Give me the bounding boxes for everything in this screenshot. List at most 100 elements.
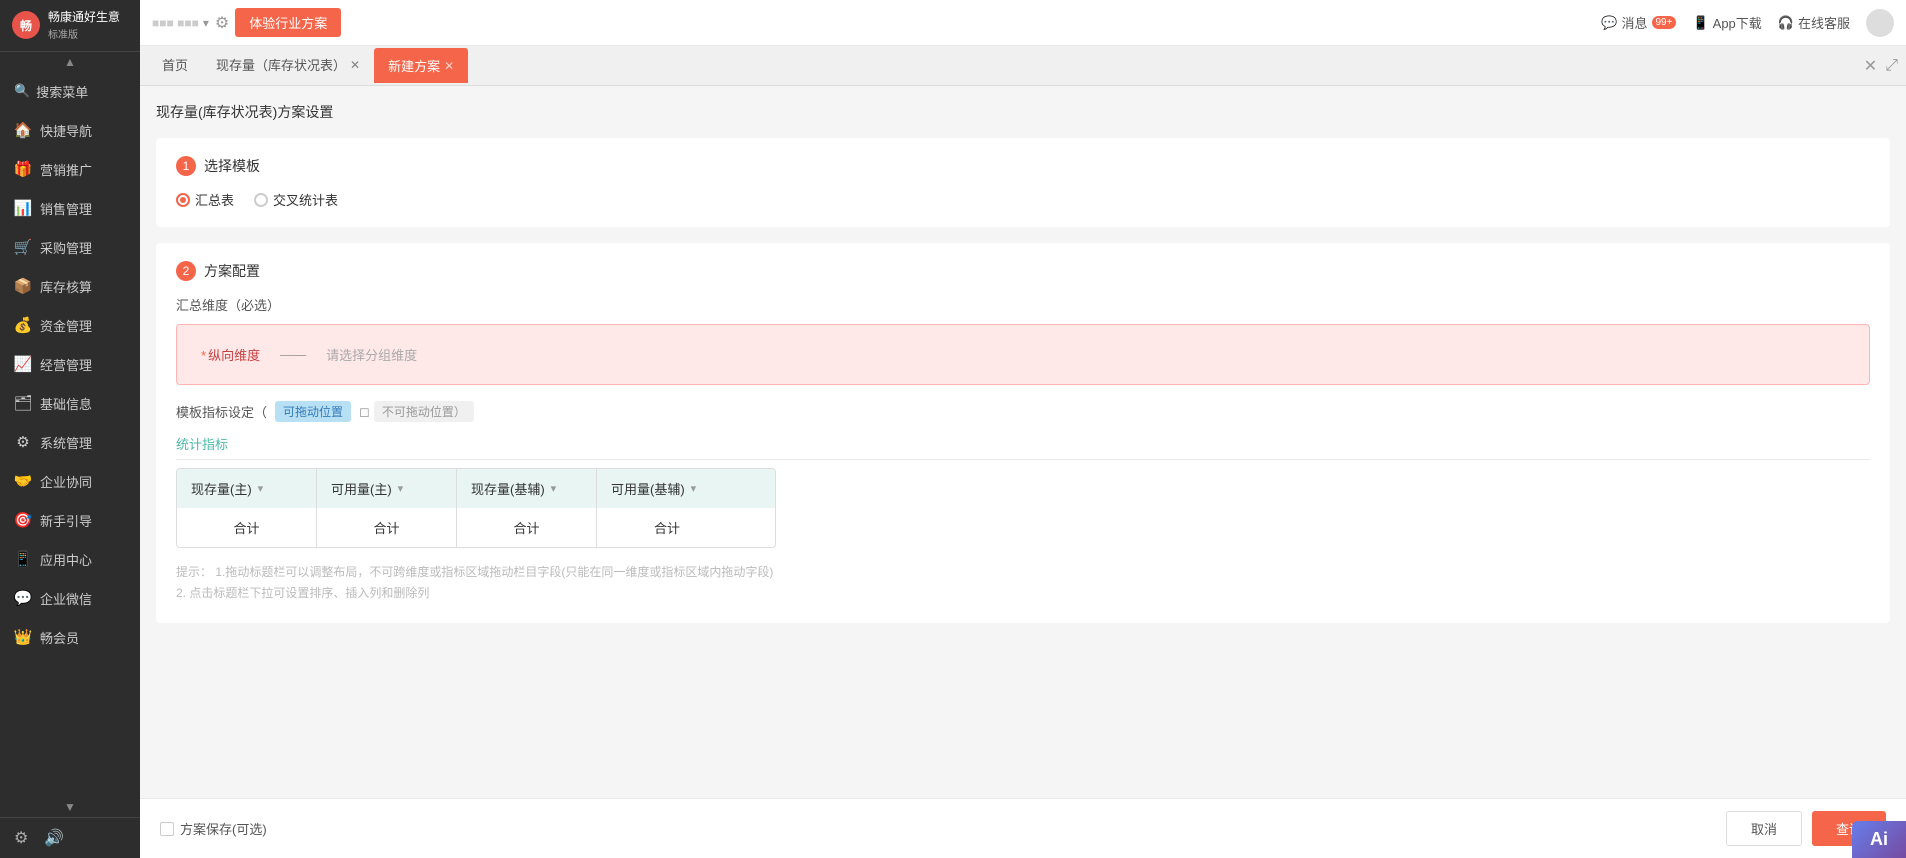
tab-new-plan[interactable]: 新建方案 ✕: [374, 48, 468, 83]
non-draggable-badge: ◻ 不可拖动位置）: [359, 401, 474, 422]
sidebar-item-wechat[interactable]: 💬企业微信: [0, 579, 140, 618]
sidebar-label-newbie: 新手引导: [40, 511, 92, 530]
sidebar-item-quick-nav[interactable]: 🏠 快捷导航: [0, 111, 140, 150]
sidebar-label-operations: 经营管理: [40, 355, 92, 374]
try-industry-btn[interactable]: 体验行业方案: [235, 8, 341, 37]
sidebar-item-purchase[interactable]: 🛒采购管理: [0, 228, 140, 267]
online-service-btn[interactable]: 🎧 在线客服: [1778, 13, 1850, 32]
save-label: 方案保存(可选): [180, 819, 267, 838]
sidebar-item-member[interactable]: 👑 畅会员: [0, 618, 140, 657]
message-btn[interactable]: 💬 消息 99+: [1601, 13, 1676, 32]
stats-col-label-2: 现存量(基辅): [471, 479, 545, 498]
stats-col-header-0[interactable]: 现存量(主)▾: [177, 469, 317, 508]
col-chevron-1[interactable]: ▾: [398, 482, 404, 495]
radio-cross-dot: [254, 193, 268, 207]
search-menu[interactable]: 🔍 搜索菜单: [0, 72, 140, 111]
tip-text: 提示： 1.拖动标题栏可以调整布局，不可跨维度或指标区域拖动栏目字段(只能在同一…: [176, 563, 1870, 580]
stats-cell-3: 合计: [597, 508, 737, 547]
service-label: 在线客服: [1798, 13, 1850, 32]
step1-title: 选择模板: [204, 156, 260, 176]
tabs-bar: 首页 现存量（库存状况表） ✕ 新建方案 ✕ ✕ ⤢: [140, 46, 1906, 86]
stats-cell-2: 合计: [457, 508, 597, 547]
template-settings-label: 模板指标设定（: [176, 402, 267, 421]
settings-footer-icon[interactable]: ⚙: [14, 828, 28, 848]
radio-cross[interactable]: 交叉统计表: [254, 190, 338, 209]
message-icon: 💬: [1601, 15, 1617, 31]
sidebar-label-member: 畅会员: [40, 628, 79, 647]
col-chevron-3[interactable]: ▾: [691, 482, 697, 495]
app-download-btn[interactable]: 📱 App下载: [1692, 13, 1761, 32]
tab-new-plan-close[interactable]: ✕: [444, 59, 454, 73]
cancel-button[interactable]: 取消: [1726, 811, 1802, 846]
bottom-bar: 方案保存(可选) 取消 查询: [140, 798, 1906, 858]
ai-badge[interactable]: Ai: [1852, 821, 1906, 858]
user-avatar[interactable]: [1866, 9, 1894, 37]
template-radio-group: 汇总表 交叉统计表: [176, 190, 1870, 209]
stats-table-body: 合计合计合计合计: [177, 508, 775, 547]
sidebar-label-inventory: 库存核算: [40, 277, 92, 296]
stats-col-label-1: 可用量(主): [331, 479, 392, 498]
message-label: 消息: [1621, 13, 1647, 32]
tab-home[interactable]: 首页: [148, 47, 202, 84]
tip-text: 2. 点击标题栏下拉可设置排序、插入列和删除列: [176, 584, 1870, 601]
sidebar-item-basic[interactable]: 🗂基础信息: [0, 384, 140, 423]
stats-col-header-3[interactable]: 可用量(基辅)▾: [597, 469, 737, 508]
sidebar-item-contract[interactable]: 🤝企业协同: [0, 462, 140, 501]
col-chevron-2[interactable]: ▾: [551, 482, 557, 495]
stats-col-header-2[interactable]: 现存量(基辅) ▾: [457, 469, 597, 508]
sidebar-item-operations[interactable]: 📈 经营管理: [0, 345, 140, 384]
stats-col-header-1[interactable]: 可用量(主) ▾: [317, 469, 457, 508]
dim-arrow: ——: [280, 347, 306, 362]
stats-cell-1: 合计: [317, 508, 457, 547]
sidebar-icon-wechat: 💬: [14, 589, 32, 607]
sidebar-scroll-up[interactable]: ▲: [0, 52, 140, 72]
sidebar-item-sales[interactable]: 📊销售管理: [0, 189, 140, 228]
panel-expand-btn[interactable]: ⤢: [1885, 57, 1898, 75]
main-area: ■■■ ■■■ ▾ ⚙ 体验行业方案 💬 消息 99+ 📱 App下载 🎧 在线…: [140, 0, 1906, 858]
sound-footer-icon[interactable]: 🔊: [44, 828, 64, 848]
template-settings-row: 模板指标设定（ 可拖动位置 ◻ 不可拖动位置）: [176, 401, 1870, 422]
sidebar-icon-member: 👑: [14, 628, 32, 646]
draggable-badge: 可拖动位置: [275, 401, 351, 422]
sidebar-icon-newbie: 🎯: [14, 511, 32, 529]
tab-inventory-status[interactable]: 现存量（库存状况表） ✕: [202, 47, 374, 84]
sidebar-item-finance[interactable]: 💰资金管理: [0, 306, 140, 345]
app-logo-icon: 畅: [12, 11, 40, 39]
radio-summary[interactable]: 汇总表: [176, 190, 234, 209]
search-menu-label: 搜索菜单: [36, 82, 88, 101]
sidebar-scroll-down[interactable]: ▼: [0, 797, 140, 817]
summary-dim-label: 汇总维度（必选）: [176, 295, 1870, 314]
sidebar-item-inventory[interactable]: 📦 库存核算: [0, 267, 140, 306]
sidebar-icon-system: ⚙: [14, 433, 32, 451]
dim-placeholder[interactable]: 请选择分组维度: [326, 345, 417, 364]
sidebar-item-marketing[interactable]: 🎁营销推广: [0, 150, 140, 189]
save-option: 方案保存(可选): [160, 819, 267, 838]
sidebar-icon-inventory: 📦: [14, 277, 32, 295]
topbar-brand: ■■■ ■■■ ▾: [152, 16, 209, 30]
sidebar-label-marketing: 营销推广: [40, 160, 92, 179]
panel-close-btn[interactable]: ✕: [1864, 56, 1877, 76]
required-dim-label: *纵向维度: [201, 345, 260, 364]
save-checkbox[interactable]: [160, 822, 174, 836]
search-icon: 🔍: [14, 83, 30, 99]
sidebar-icon-finance: 💰: [14, 316, 32, 334]
page-title: 现存量(库存状况表)方案设置: [156, 102, 1890, 122]
sidebar-label-quick-nav: 快捷导航: [40, 121, 92, 140]
step2-card: 2 方案配置 汇总维度（必选） *纵向维度 —— 请选择分组维度 模板指标设定（…: [156, 243, 1890, 623]
topbar: ■■■ ■■■ ▾ ⚙ 体验行业方案 💬 消息 99+ 📱 App下载 🎧 在线…: [140, 0, 1906, 46]
sidebar-footer: ⚙ 🔊: [0, 817, 140, 858]
topbar-gear-icon[interactable]: ⚙: [215, 13, 229, 33]
sidebar-item-newbie[interactable]: 🎯 新手引导: [0, 501, 140, 540]
sidebar-icon-contract: 🤝: [14, 472, 32, 490]
sidebar-item-app-center[interactable]: 📱应用中心: [0, 540, 140, 579]
topbar-dropdown-icon[interactable]: ▾: [203, 16, 209, 30]
step2-badge: 2: [176, 261, 196, 281]
col-chevron-0[interactable]: ▾: [258, 482, 264, 495]
sidebar-icon-operations: 📈: [14, 355, 32, 373]
app-download-label: App下载: [1713, 13, 1762, 32]
sidebar-label-sales: 销售管理: [40, 199, 92, 218]
radio-summary-label: 汇总表: [195, 190, 234, 209]
sidebar-item-system[interactable]: ⚙系统管理: [0, 423, 140, 462]
sidebar-icon-quick-nav: 🏠: [14, 121, 32, 139]
tab-inventory-close[interactable]: ✕: [350, 58, 360, 72]
